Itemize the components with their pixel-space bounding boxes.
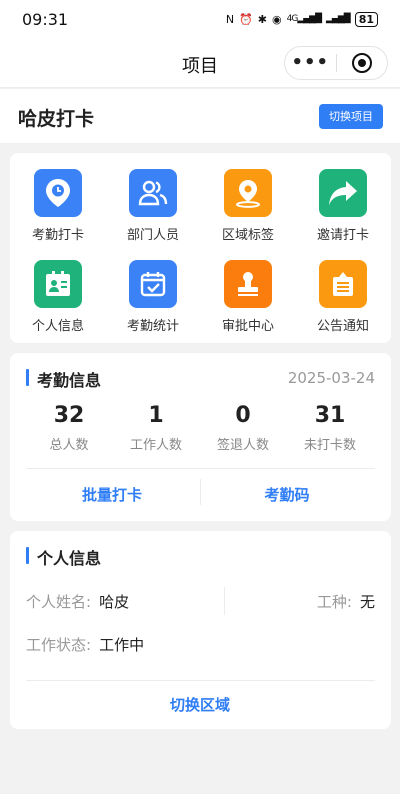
- bluetooth-icon: ✱: [257, 12, 267, 26]
- divider: [26, 468, 375, 469]
- status-icons: N ⏰ ✱ ◉ 4G▂▄▆█ ▂▄▆█ 81: [225, 11, 378, 27]
- people-icon: [129, 169, 177, 217]
- function-grid: 考勤打卡 部门人员 区域标签 邀请打卡 个人信息 考勤统计 审批中心 公告通知: [10, 153, 391, 343]
- attendance-title: 考勤信息: [26, 367, 101, 391]
- stat-label: 签退人数: [216, 438, 269, 453]
- project-name: 哈皮打卡: [18, 108, 95, 130]
- switch-project-button[interactable]: 切换项目: [319, 104, 383, 129]
- stat-label: 总人数: [49, 438, 89, 453]
- attendance-card: 考勤信息 2025-03-24 32 总人数 1 工作人数 0 签退人数 31 …: [10, 353, 391, 521]
- attendance-date: 2025-03-24: [287, 369, 375, 387]
- map-pin-icon: [224, 169, 272, 217]
- menu-item-announcement[interactable]: 公告通知: [298, 260, 388, 334]
- job-type-field: 工种: 无: [317, 591, 375, 612]
- project-header: 哈皮打卡 切换项目: [0, 89, 400, 143]
- share-arrow-icon: [319, 169, 367, 217]
- job-type-label: 工种:: [316, 593, 352, 611]
- id-card-icon: [34, 260, 82, 308]
- wifi-icon: ◉: [272, 12, 282, 26]
- menu-item-label: 公告通知: [316, 319, 369, 334]
- menu-item-label: 邀请打卡: [316, 228, 369, 243]
- name-value: 哈皮: [99, 593, 130, 611]
- menu-item-label: 审批中心: [221, 319, 274, 334]
- menu-item-attendance-checkin[interactable]: 考勤打卡: [13, 169, 103, 243]
- stamp-icon: [224, 260, 272, 308]
- mini-program-capsule: •••: [284, 46, 388, 80]
- personal-info-title: 个人信息: [26, 545, 101, 569]
- battery-icon: 81: [354, 11, 378, 27]
- work-status-field: 工作状态: 工作中: [26, 634, 144, 655]
- attendance-code-button[interactable]: 考勤码: [197, 484, 377, 505]
- work-status-value: 工作中: [99, 636, 145, 654]
- name-label: 个人姓名:: [26, 593, 92, 611]
- alarm-icon: ⏰: [239, 12, 253, 26]
- status-time: 09:31: [22, 9, 69, 29]
- work-status-label: 工作状态:: [26, 636, 92, 654]
- batch-checkin-button[interactable]: 批量打卡: [22, 484, 202, 505]
- signal-icon: 4G▂▄▆█: [286, 14, 322, 24]
- stat-total: 32 总人数: [24, 403, 114, 453]
- nfc-icon: N: [225, 12, 235, 26]
- personal-info-card: 个人信息 个人姓名: 哈皮 工种: 无 工作状态: 工作中 切换区域: [10, 531, 391, 729]
- stat-value: 32: [53, 403, 85, 428]
- menu-item-personal-info[interactable]: 个人信息: [13, 260, 103, 334]
- stat-checked-out: 0 签退人数: [198, 403, 288, 453]
- notice-icon: [319, 260, 367, 308]
- menu-item-invite-checkin[interactable]: 邀请打卡: [298, 169, 388, 243]
- close-target-icon[interactable]: [336, 53, 387, 73]
- job-type-value: 无: [359, 593, 375, 611]
- stat-working: 1 工作人数: [111, 403, 201, 453]
- menu-item-attendance-stats[interactable]: 考勤统计: [108, 260, 198, 334]
- nav-bar: 项目 •••: [0, 38, 400, 88]
- menu-item-label: 部门人员: [126, 228, 179, 243]
- stat-value: 0: [235, 403, 251, 428]
- stat-label: 工作人数: [129, 438, 182, 453]
- more-icon[interactable]: •••: [285, 46, 336, 80]
- stat-not-checked-in: 31 未打卡数: [285, 403, 375, 453]
- location-pin-icon: [34, 169, 82, 217]
- stat-label: 未打卡数: [303, 438, 356, 453]
- switch-area-button[interactable]: 切换区域: [110, 694, 290, 715]
- name-field: 个人姓名: 哈皮: [26, 591, 129, 612]
- menu-item-approval-center[interactable]: 审批中心: [203, 260, 293, 334]
- menu-item-label: 个人信息: [31, 319, 84, 334]
- signal-icon-2: ▂▄▆█: [326, 14, 351, 24]
- menu-item-label: 考勤统计: [126, 319, 179, 334]
- divider: [26, 680, 375, 681]
- status-bar: 09:31 N ⏰ ✱ ◉ 4G▂▄▆█ ▂▄▆█ 81: [0, 0, 400, 38]
- stat-value: 1: [148, 403, 164, 428]
- stat-value: 31: [314, 403, 346, 428]
- calendar-check-icon: [129, 260, 177, 308]
- menu-item-department-staff[interactable]: 部门人员: [108, 169, 198, 243]
- divider: [224, 587, 225, 615]
- menu-item-label: 区域标签: [221, 228, 274, 243]
- menu-item-area-tag[interactable]: 区域标签: [203, 169, 293, 243]
- menu-item-label: 考勤打卡: [31, 228, 84, 243]
